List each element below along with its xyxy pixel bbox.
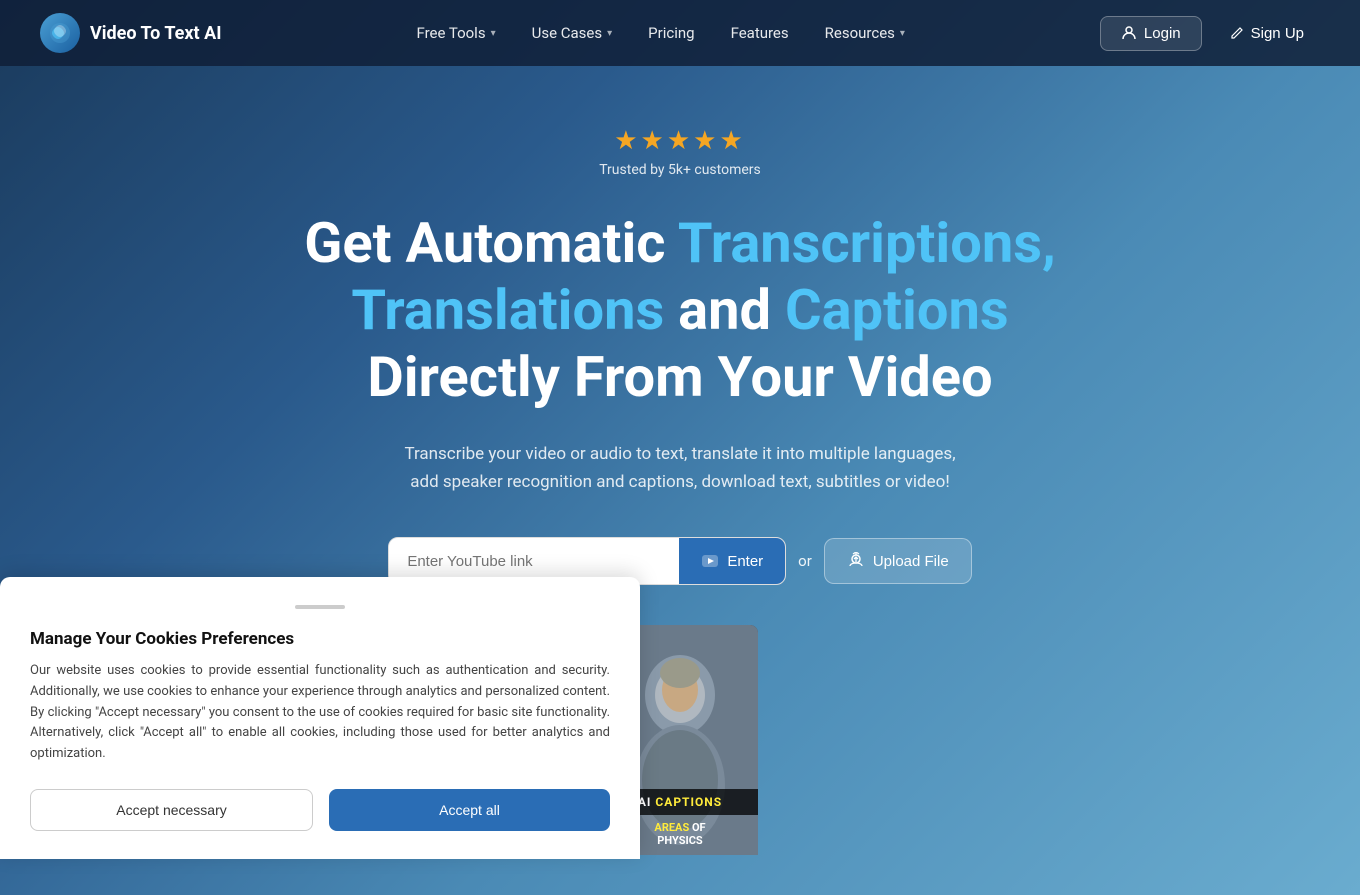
login-icon [1121, 25, 1137, 41]
nav-actions: Login Sign Up [1100, 16, 1320, 51]
youtube-icon [701, 552, 719, 570]
hero-subtext: Transcribe your video or audio to text, … [400, 440, 960, 498]
heading-start: Get Automatic [304, 210, 678, 276]
heading-blue2: Translations [351, 277, 664, 343]
brand-name: Video To Text AI [90, 23, 221, 44]
navbar: Video To Text AI Free Tools ▾ Use Cases … [0, 0, 1360, 66]
star-rating: ★★★★★ [614, 126, 746, 156]
heading-end: Directly From Your Video [367, 344, 992, 410]
chevron-down-icon: ▾ [900, 28, 905, 39]
cookie-body: Our website uses cookies to provide esse… [30, 661, 610, 765]
drag-handle[interactable] [295, 605, 345, 609]
physics-label: PHYSICS [657, 834, 702, 847]
heading-blue1: Transcriptions, [678, 210, 1056, 276]
nav-logo[interactable]: Video To Text AI [40, 13, 221, 53]
heading-blue3: Captions [785, 277, 1009, 343]
heading-middle: and [664, 277, 785, 343]
accept-all-button[interactable]: Accept all [329, 789, 610, 831]
pen-icon [1230, 26, 1244, 40]
of-label: OF [692, 821, 706, 834]
cookie-title: Manage Your Cookies Preferences [30, 629, 610, 649]
nav-item-pricing[interactable]: Pricing [648, 24, 694, 42]
nav-item-free-tools[interactable]: Free Tools ▾ [416, 24, 495, 42]
ai-captions-label: AI [638, 795, 656, 809]
nav-item-use-cases[interactable]: Use Cases ▾ [532, 24, 613, 42]
cookie-banner: Manage Your Cookies Preferences Our webs… [0, 577, 640, 859]
chevron-down-icon: ▾ [491, 28, 496, 39]
upload-file-button[interactable]: Upload File [824, 538, 972, 584]
cookie-buttons: Accept necessary Accept all [30, 789, 610, 831]
accept-necessary-button[interactable]: Accept necessary [30, 789, 313, 831]
stars-row: ★★★★★ Trusted by 5k+ customers [20, 126, 1340, 178]
chevron-down-icon: ▾ [607, 28, 612, 39]
login-button[interactable]: Login [1100, 16, 1202, 51]
hero-heading: Get Automatic Transcriptions, Translatio… [20, 210, 1340, 412]
nav-item-resources[interactable]: Resources ▾ [825, 24, 905, 42]
logo-icon [40, 13, 80, 53]
trusted-text: Trusted by 5k+ customers [599, 162, 761, 178]
or-separator: or [798, 552, 812, 570]
nav-item-features[interactable]: Features [731, 24, 789, 42]
enter-button[interactable]: Enter [679, 538, 785, 584]
nav-links: Free Tools ▾ Use Cases ▾ Pricing Feature… [416, 24, 904, 42]
captions-yellow: CAPTIONS [655, 795, 722, 809]
signup-button[interactable]: Sign Up [1214, 17, 1320, 50]
areas-label: AREAS [654, 821, 689, 834]
upload-icon [847, 552, 865, 570]
